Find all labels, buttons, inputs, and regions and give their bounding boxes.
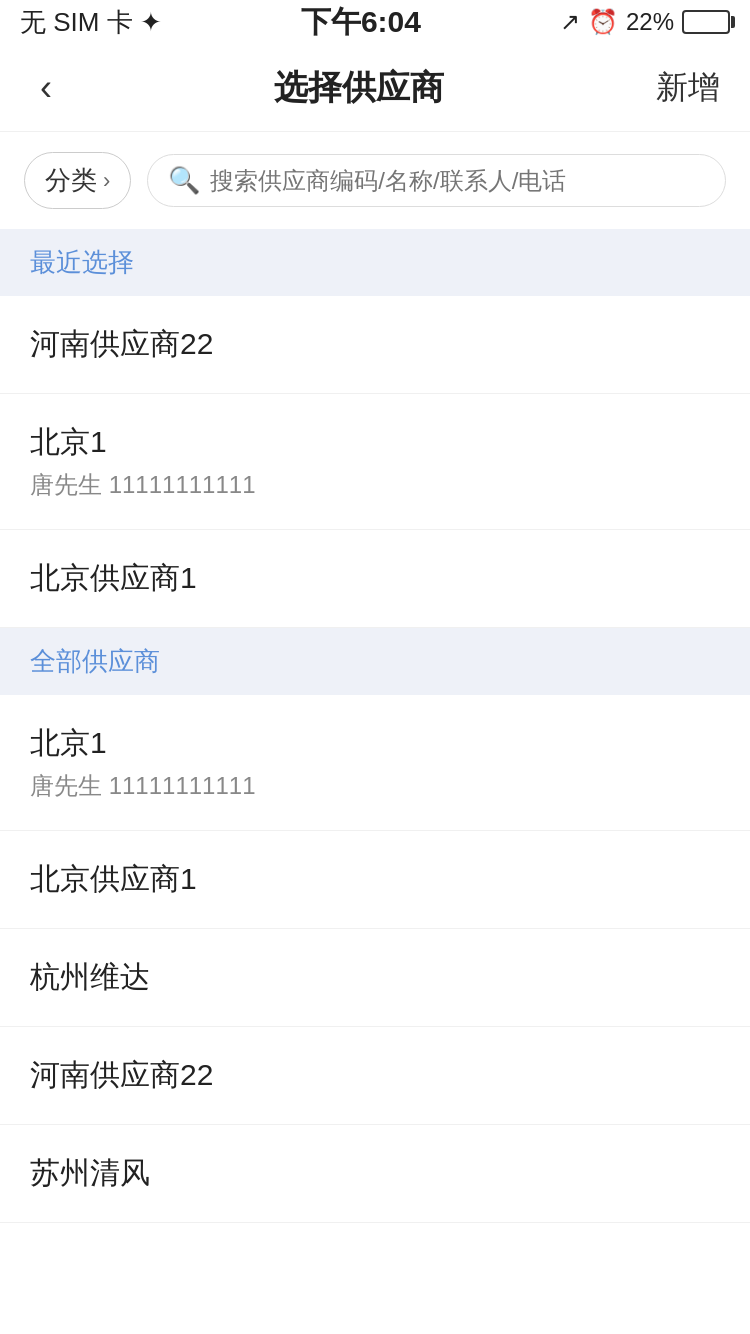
search-input[interactable] (210, 167, 705, 195)
status-right: ↗ ⏰ 22% (560, 8, 730, 36)
status-left: 无 SIM 卡 ✦ (20, 5, 162, 40)
add-button[interactable]: 新增 (656, 66, 720, 110)
category-filter-button[interactable]: 分类 › (24, 152, 131, 209)
item-name: 苏州清风 (30, 1153, 720, 1194)
page-title: 选择供应商 (274, 65, 444, 111)
item-name: 北京1 (30, 723, 720, 764)
item-name: 河南供应商22 (30, 324, 720, 365)
list-item[interactable]: 北京1 唐先生 11111111111 (0, 394, 750, 530)
item-name: 北京供应商1 (30, 859, 720, 900)
recent-items-list: 河南供应商22 北京1 唐先生 11111111111 北京供应商1 (0, 296, 750, 628)
filter-bar: 分类 › 🔍 (0, 132, 750, 229)
sim-status: 无 SIM 卡 ✦ (20, 5, 162, 40)
search-icon: 🔍 (168, 165, 200, 196)
category-label: 分类 (45, 163, 97, 198)
all-section-header: 全部供应商 (0, 628, 750, 695)
list-item[interactable]: 北京1 唐先生 11111111111 (0, 695, 750, 831)
list-item[interactable]: 苏州清风 (0, 1125, 750, 1223)
chevron-right-icon: › (103, 168, 110, 194)
status-time: 下午6:04 (301, 2, 421, 43)
item-sub: 唐先生 11111111111 (30, 770, 720, 802)
alarm-icon: ⏰ (588, 8, 618, 36)
item-name: 河南供应商22 (30, 1055, 720, 1096)
all-items-list: 北京1 唐先生 11111111111 北京供应商1 杭州维达 河南供应商22 苏… (0, 695, 750, 1223)
list-item[interactable]: 北京供应商1 (0, 530, 750, 628)
battery-text: 22% (626, 8, 674, 36)
list-item[interactable]: 北京供应商1 (0, 831, 750, 929)
location-icon: ↗ (560, 8, 580, 36)
list-item[interactable]: 河南供应商22 (0, 1027, 750, 1125)
item-name: 北京1 (30, 422, 720, 463)
item-name: 北京供应商1 (30, 558, 720, 599)
list-item[interactable]: 杭州维达 (0, 929, 750, 1027)
list-item[interactable]: 河南供应商22 (0, 296, 750, 394)
battery-icon (682, 10, 730, 34)
nav-bar: ‹ 选择供应商 新增 (0, 44, 750, 132)
back-button[interactable]: ‹ (30, 57, 62, 119)
search-box: 🔍 (147, 154, 726, 207)
all-section-label: 全部供应商 (30, 646, 160, 676)
item-sub: 唐先生 11111111111 (30, 469, 720, 501)
status-bar: 无 SIM 卡 ✦ 下午6:04 ↗ ⏰ 22% (0, 0, 750, 44)
recent-section-label: 最近选择 (30, 247, 134, 277)
recent-section-header: 最近选择 (0, 229, 750, 296)
item-name: 杭州维达 (30, 957, 720, 998)
